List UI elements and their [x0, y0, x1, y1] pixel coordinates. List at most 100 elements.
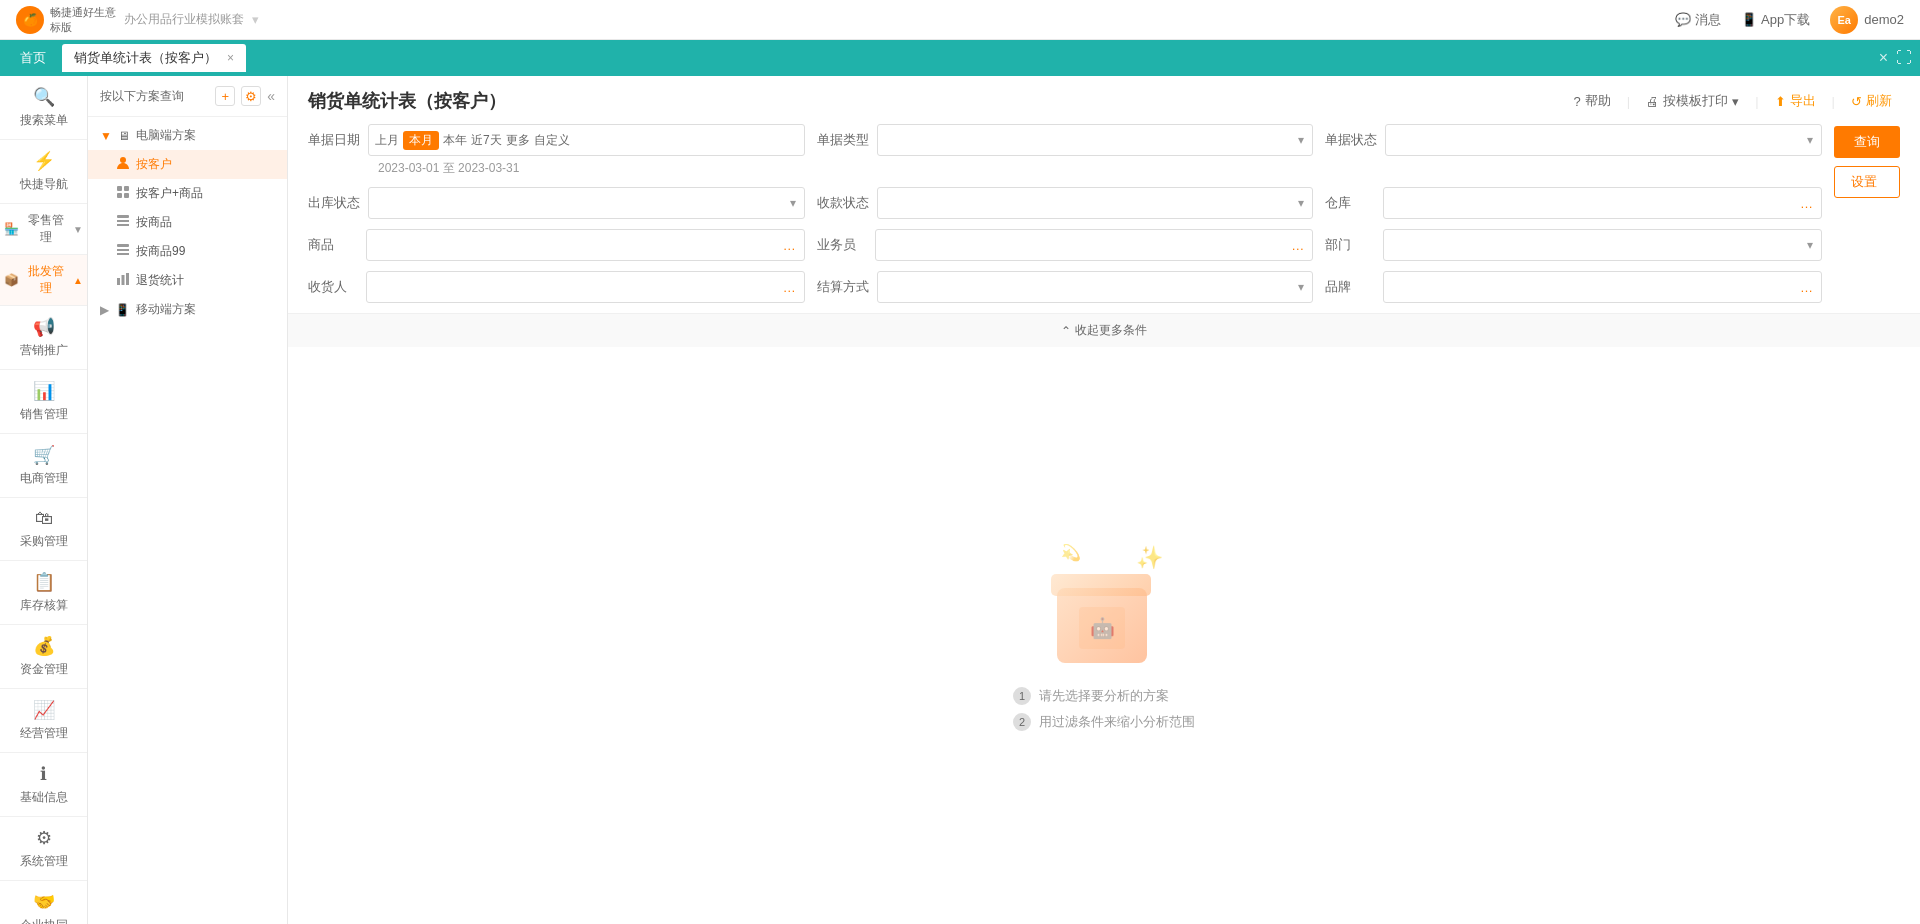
payment-select[interactable]: ▾: [877, 271, 1314, 303]
brand-select[interactable]: …: [1383, 271, 1822, 303]
svg-rect-2: [124, 186, 129, 191]
sidebar-item-wholesale[interactable]: 📦 批发管理 ▲: [0, 255, 87, 306]
sidebar-label: 基础信息: [20, 789, 68, 806]
print-dropdown-icon: ▾: [1732, 94, 1739, 109]
sidebar-item-purchase[interactable]: 🛍 采购管理: [0, 498, 87, 561]
tab-maximize-button[interactable]: ⛶: [1896, 49, 1912, 67]
avatar: Ea: [1830, 6, 1858, 34]
mobile-icon: 📱: [115, 303, 130, 317]
collapse-label: 收起更多条件: [1075, 322, 1147, 339]
salesman-select[interactable]: …: [875, 229, 1314, 261]
brand-dots[interactable]: …: [1800, 280, 1813, 295]
logo[interactable]: 🍊 畅捷通好生意 标版: [16, 5, 116, 34]
sidebar-item-search[interactable]: 🔍 搜索菜单: [0, 76, 87, 140]
dropdown-arrow: ▾: [1298, 133, 1304, 147]
date-tab-custom[interactable]: 自定义: [534, 132, 570, 149]
table-icon: [116, 214, 130, 231]
scheme-item-goods99[interactable]: 按商品99: [88, 237, 287, 266]
svg-rect-6: [117, 220, 129, 222]
system-icon: ⚙: [36, 827, 52, 849]
settings-scheme-button[interactable]: ⚙: [241, 86, 261, 106]
sidebar-item-marketing[interactable]: 📢 营销推广: [0, 306, 87, 370]
collect-status-select[interactable]: ▾: [877, 187, 1314, 219]
warehouse-select[interactable]: …: [1383, 187, 1822, 219]
goods-label: 商品: [308, 236, 358, 254]
marketing-icon: 📢: [33, 316, 55, 338]
tip-num-1: 1: [1013, 687, 1031, 705]
out-status-select[interactable]: ▾: [368, 187, 805, 219]
inventory-icon: 📋: [33, 571, 55, 593]
sidebar-item-enterprise[interactable]: 🤝 企业协同: [0, 881, 87, 924]
empty-tip-2: 2 用过滤条件来缩小分析范围: [1013, 713, 1195, 731]
export-button[interactable]: ⬆ 导出: [1767, 88, 1824, 114]
receiver-dots[interactable]: …: [783, 280, 796, 295]
sidebar-item-inventory[interactable]: 📋 库存核算: [0, 561, 87, 625]
order-status-select[interactable]: ▾: [1385, 124, 1822, 156]
date-filter[interactable]: 上月 本月 本年 近7天 更多 自定义: [368, 124, 805, 156]
desktop-group-label[interactable]: ▼ 🖥 电脑端方案: [88, 121, 287, 150]
print-button[interactable]: 🖨 按模板打印 ▾: [1638, 88, 1747, 114]
user-area[interactable]: Ea demo2: [1830, 6, 1904, 34]
refresh-button[interactable]: ↺ 刷新: [1843, 88, 1900, 114]
mobile-group-label[interactable]: ▶ 📱 移动端方案: [88, 295, 287, 324]
sidebar-label: 采购管理: [20, 533, 68, 550]
settings-button[interactable]: 设置: [1834, 166, 1900, 198]
sidebar-label: 电商管理: [20, 470, 68, 487]
group-arrow-right: ▶: [100, 303, 109, 317]
scheme-item-by-goods[interactable]: 按商品: [88, 208, 287, 237]
sidebar-item-basic[interactable]: ℹ 基础信息: [0, 753, 87, 817]
operations-icon: 📈: [33, 699, 55, 721]
dept-select[interactable]: ▾: [1383, 229, 1822, 261]
sidebar-item-sales[interactable]: 📊 销售管理: [0, 370, 87, 434]
tab-close-button[interactable]: ×: [227, 51, 234, 65]
receiver-label: 收货人: [308, 278, 358, 296]
app-download-button[interactable]: 📱 App下载: [1741, 11, 1810, 29]
tab-home[interactable]: 首页: [8, 44, 58, 72]
sidebar-item-retail[interactable]: 🏪 零售管理 ▼: [0, 204, 87, 255]
retail-icon: 🏪: [4, 222, 19, 236]
ecom-icon: 🛒: [33, 444, 55, 466]
date-tab-7d[interactable]: 近7天: [471, 132, 502, 149]
date-tab-prev[interactable]: 上月: [375, 132, 399, 149]
goods-dots[interactable]: …: [783, 238, 796, 253]
sidebar-label: 系统管理: [20, 853, 68, 870]
sidebar-item-operations[interactable]: 📈 经营管理: [0, 689, 87, 753]
add-scheme-button[interactable]: +: [215, 86, 235, 106]
receiver-select[interactable]: …: [366, 271, 805, 303]
sidebar-item-quicknav[interactable]: ⚡ 快捷导航: [0, 140, 87, 204]
sidebar-item-ecom[interactable]: 🛒 电商管理: [0, 434, 87, 498]
logo-text: 畅捷通好生意 标版: [50, 5, 116, 34]
goods-select[interactable]: …: [366, 229, 805, 261]
scheme-item-return-stats[interactable]: 退货统计: [88, 266, 287, 295]
date-tab-year[interactable]: 本年: [443, 132, 467, 149]
help-icon: ?: [1574, 94, 1581, 109]
page-title: 销货单统计表（按客户）: [308, 89, 506, 113]
help-button[interactable]: ? 帮助: [1566, 88, 1619, 114]
query-button[interactable]: 查询: [1834, 126, 1900, 158]
tab-minimize-button[interactable]: ×: [1879, 49, 1888, 67]
scheme-item-customer-goods[interactable]: 按客户+商品: [88, 179, 287, 208]
sales-icon: 📊: [33, 380, 55, 402]
grid-icon: [116, 185, 130, 202]
message-icon: 💬: [1675, 12, 1691, 27]
date-tab-month[interactable]: 本月: [403, 131, 439, 150]
home-tab-label: 首页: [20, 49, 46, 67]
export-icon: ⬆: [1775, 94, 1786, 109]
collapse-scheme-button[interactable]: «: [267, 88, 275, 104]
tab-sales-stats[interactable]: 销货单统计表（按客户） ×: [62, 44, 246, 72]
collapse-bar[interactable]: ⌃ 收起更多条件: [288, 313, 1920, 347]
date-tab-more[interactable]: 更多: [506, 132, 530, 149]
collapse-up-icon: ⌃: [1061, 324, 1071, 338]
order-type-select[interactable]: ▾: [877, 124, 1314, 156]
svg-rect-4: [124, 193, 129, 198]
scheme-item-by-customer[interactable]: 按客户: [88, 150, 287, 179]
messages-button[interactable]: 💬 消息: [1675, 11, 1721, 29]
payment-arrow: ▾: [1298, 280, 1304, 294]
svg-rect-7: [117, 224, 129, 226]
sidebar-item-system[interactable]: ⚙ 系统管理: [0, 817, 87, 881]
mobile-group: ▶ 📱 移动端方案: [88, 295, 287, 324]
warehouse-dots[interactable]: …: [1800, 196, 1813, 211]
date-label: 单据日期: [308, 131, 360, 149]
salesman-dots[interactable]: …: [1291, 238, 1304, 253]
sidebar-item-finance[interactable]: 💰 资金管理: [0, 625, 87, 689]
